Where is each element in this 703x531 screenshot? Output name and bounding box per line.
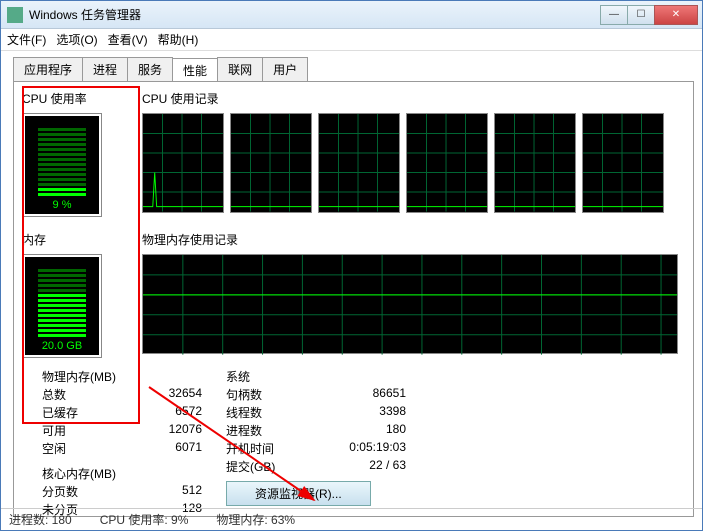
stat-value: 6572 — [132, 404, 202, 421]
system-header: 系统 — [226, 368, 406, 385]
tab-services[interactable]: 服务 — [127, 57, 173, 81]
stat-value: 6071 — [132, 440, 202, 457]
kernelmem-header: 核心内存(MB) — [42, 465, 202, 482]
menu-file[interactable]: 文件(F) — [7, 31, 46, 48]
app-icon — [7, 7, 23, 23]
resource-monitor-button[interactable]: 资源监视器(R)... — [226, 481, 371, 506]
menu-view[interactable]: 查看(V) — [108, 31, 148, 48]
tab-applications[interactable]: 应用程序 — [13, 57, 83, 81]
stat-label: 提交(GB) — [226, 458, 306, 475]
stat-value: 12076 — [132, 422, 202, 439]
cpu-history-graph — [406, 113, 488, 213]
tab-users[interactable]: 用户 — [262, 57, 308, 81]
status-memory: 物理内存: 63% — [216, 511, 295, 528]
status-cpu: CPU 使用率: 9% — [100, 511, 189, 528]
status-processes: 进程数: 180 — [9, 511, 72, 528]
cpu-usage-value: 9 % — [53, 199, 72, 211]
cpu-usage-meter: 9 % — [25, 116, 99, 214]
cpu-history-graph — [318, 113, 400, 213]
cpu-history-graph — [582, 113, 664, 213]
memory-history-graph — [142, 254, 678, 354]
maximize-button[interactable]: ☐ — [627, 5, 655, 25]
minimize-button[interactable]: — — [600, 5, 628, 25]
memory-history-label: 物理内存使用记录 — [142, 231, 685, 248]
stat-label: 可用 — [42, 422, 132, 439]
cpu-history-label: CPU 使用记录 — [142, 90, 685, 107]
stat-label: 分页数 — [42, 483, 132, 500]
stat-label: 开机时间 — [226, 440, 306, 457]
stat-value: 22 / 63 — [306, 458, 406, 475]
stat-label: 线程数 — [226, 404, 306, 421]
tab-processes[interactable]: 进程 — [82, 57, 128, 81]
cpu-history-graph — [142, 113, 224, 213]
memory-meter: 20.0 GB — [25, 257, 99, 355]
window-title: Windows 任务管理器 — [29, 6, 601, 23]
tab-performance[interactable]: 性能 — [172, 58, 218, 82]
tab-networking[interactable]: 联网 — [217, 57, 263, 81]
stat-value: 3398 — [306, 404, 406, 421]
stat-label: 进程数 — [226, 422, 306, 439]
stat-value: 32654 — [132, 386, 202, 403]
menu-options[interactable]: 选项(O) — [56, 31, 97, 48]
close-button[interactable]: ✕ — [654, 5, 698, 25]
cpu-history-graph — [494, 113, 576, 213]
stat-value: 180 — [306, 422, 406, 439]
stat-label: 空闲 — [42, 440, 132, 457]
stat-value: 86651 — [306, 386, 406, 403]
menu-help[interactable]: 帮助(H) — [158, 31, 199, 48]
memory-value: 20.0 GB — [42, 340, 82, 352]
cpu-history-graph — [230, 113, 312, 213]
stat-value: 512 — [132, 483, 202, 500]
stat-value: 0:05:19:03 — [306, 440, 406, 457]
stat-label: 句柄数 — [226, 386, 306, 403]
